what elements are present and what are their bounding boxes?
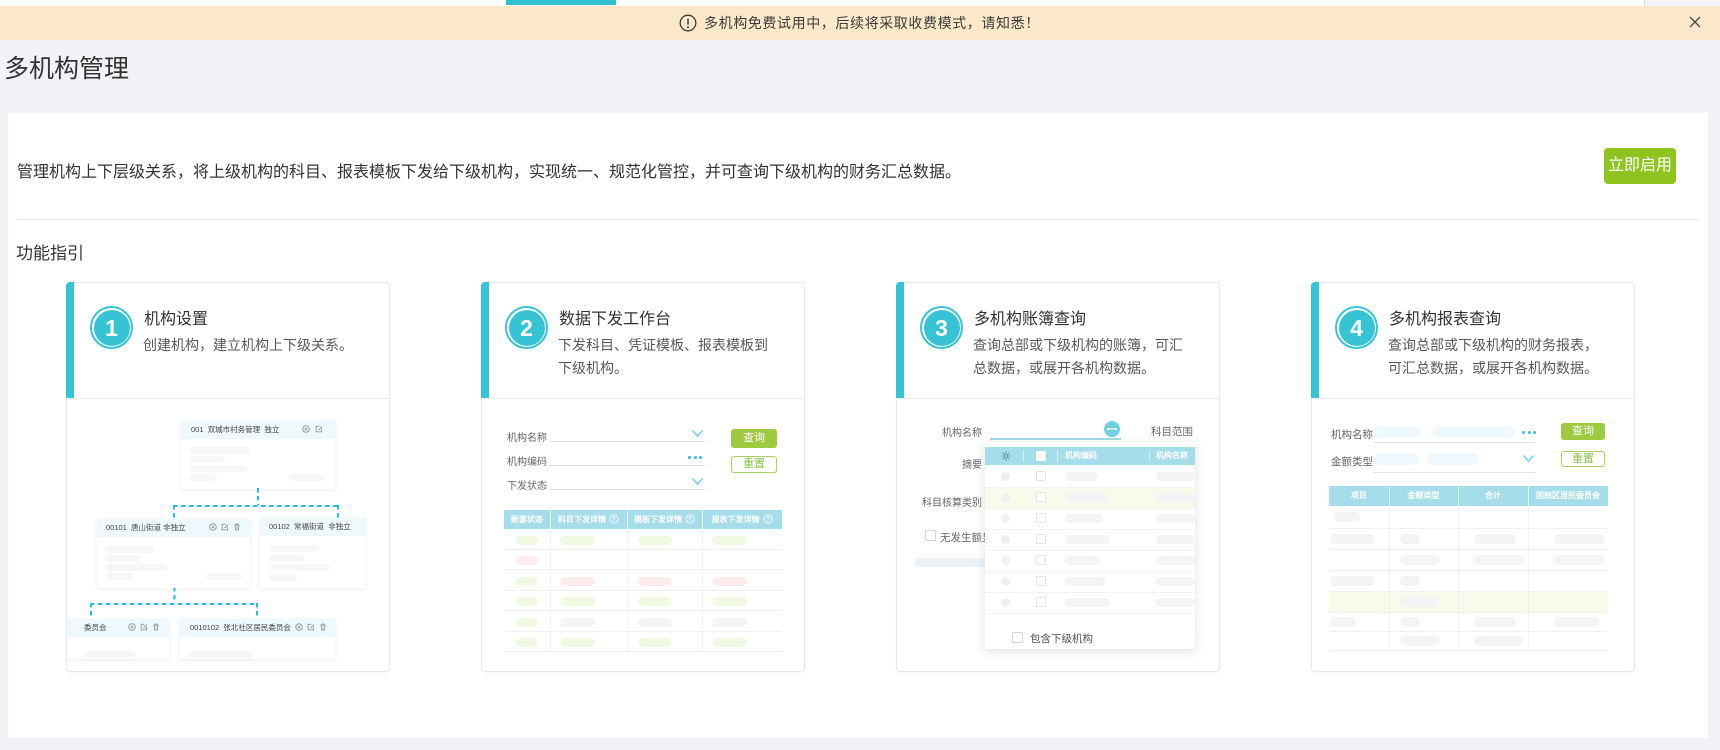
svg-text:?: ? — [688, 517, 692, 523]
svg-text:?: ? — [612, 517, 616, 523]
svg-text:?: ? — [766, 517, 770, 523]
